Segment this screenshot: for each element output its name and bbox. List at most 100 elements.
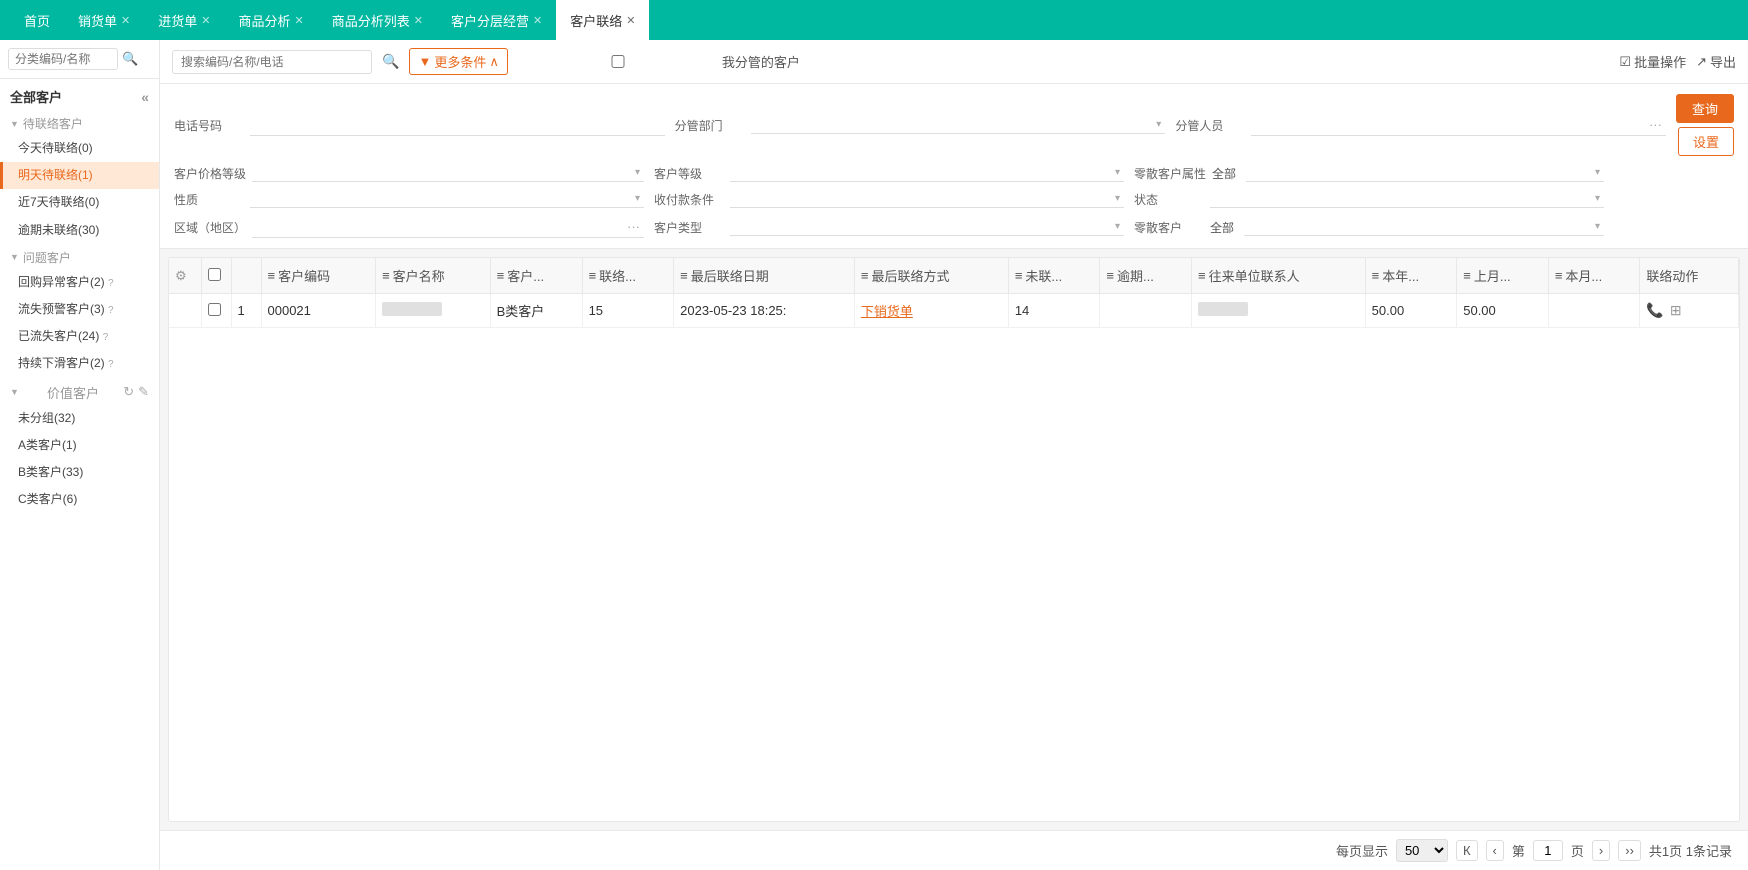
query-button[interactable]: 查询 [1676,94,1734,123]
last-method-link[interactable]: 下销货单 [861,304,913,319]
filter-panel: 电话号码 分管部门 ▾ 分管人员 ··· 查询 设置 [160,84,1748,249]
filter-manager-label: 分管人员 [1175,117,1245,134]
col-overdue[interactable]: ≡逾期... [1100,258,1192,294]
row-checkbox[interactable] [208,303,221,316]
cell-last-method: 下销货单 [854,294,1008,328]
nav-customer-segment[interactable]: 客户分层经营 ✕ [437,0,556,40]
nav-purchase[interactable]: 进货单 ✕ [144,0,224,40]
nav-product-analysis-list[interactable]: 商品分析列表 ✕ [318,0,437,40]
grid-action-icon[interactable]: ⊞ [1670,302,1682,319]
my-customer-checkbox-container: 我分管的客户 [518,52,800,71]
page-input[interactable] [1533,840,1563,861]
col-last-method[interactable]: ≡最后联络方式 [854,258,1008,294]
cell-action: 📞 ⊞ [1640,294,1739,328]
filter-price-level-select[interactable]: ▾ [252,164,644,182]
sidebar-item-typeB[interactable]: B类客户(33) [0,459,159,486]
cell-this-month [1548,294,1640,328]
nav-close-customer-contact[interactable]: ✕ [626,14,635,27]
filter-nature-select[interactable]: ▾ [250,190,644,208]
cell-last-month: 50.00 [1457,294,1549,328]
nav-close-product-analysis[interactable]: ✕ [295,14,304,27]
sidebar-item-decline[interactable]: 持续下滑客户(2) ? [0,350,159,377]
value-refresh-icon[interactable]: ↻ [123,384,134,400]
sidebar-search-input[interactable] [8,48,118,70]
set-button[interactable]: 设置 [1678,127,1734,156]
sidebar-item-ungrouped[interactable]: 未分组(32) [0,405,159,432]
filter-customer-level-select[interactable]: ▾ [730,164,1124,182]
filter-payment-select[interactable]: ▾ [730,190,1124,208]
col-code[interactable]: ≡客户编码 [261,258,376,294]
search-bar-right: ☑ 批量操作 ↗ 导出 [1619,52,1736,71]
prev-page-button[interactable]: ‹ [1486,840,1504,861]
col-last-month[interactable]: ≡上月... [1457,258,1549,294]
filter-phone: 电话号码 [174,115,665,136]
col-action: 联络动作 [1640,258,1739,294]
sidebar-item-overdue[interactable]: 逾期未联络(30) [0,217,159,244]
filter-customer-level-label: 客户等级 [654,165,724,182]
sidebar-group-value: 价值客户 ↻ ✎ [0,378,159,405]
value-edit-icon[interactable]: ✎ [138,384,149,400]
nav-close-purchase[interactable]: ✕ [201,14,210,27]
customer-table: ⚙ ≡客户编码 ≡客户名称 ≡客户... [169,258,1739,328]
nav-close-product-analysis-list[interactable]: ✕ [414,14,423,27]
search-input[interactable] [172,50,372,74]
sidebar-item-week[interactable]: 近7天待联络(0) [0,189,159,216]
filter-manager-select[interactable]: ··· [1251,114,1666,136]
phone-action-icon[interactable]: 📞 [1646,302,1663,319]
cell-name [376,294,491,328]
filter-status-select[interactable]: ▾ [1210,190,1604,208]
cell-index: 1 [231,294,261,328]
col-this-year[interactable]: ≡本年... [1365,258,1457,294]
sidebar-item-abnormal[interactable]: 回购异常客户(2) ? [0,269,159,296]
nav-close-sales[interactable]: ✕ [121,14,130,27]
col-not-contact[interactable]: ≡未联... [1008,258,1100,294]
nav-sales[interactable]: 销货单 ✕ [64,0,144,40]
sidebar-item-typeA[interactable]: A类客户(1) [0,432,159,459]
sidebar-all-customers[interactable]: 全部客户 « [0,79,159,110]
first-page-button[interactable]: К [1456,840,1478,861]
filter-dept-select[interactable]: ▾ [751,116,1166,134]
sidebar-item-lost[interactable]: 已流失客户(24) ? [0,323,159,350]
sidebar-item-warn[interactable]: 流失预警客户(3) ? [0,296,159,323]
col-this-month[interactable]: ≡本月... [1548,258,1640,294]
sidebar-group-pending: 待联络客户 [0,110,159,135]
select-all-checkbox[interactable] [208,268,221,281]
col-gear: ⚙ [169,258,201,294]
filter-retail-attr-select[interactable]: ▾ [1246,164,1604,182]
more-conditions-button[interactable]: ▼ 更多条件 ∧ [409,48,507,75]
export-button[interactable]: ↗ 导出 [1696,52,1736,71]
next-page-button[interactable]: › [1592,840,1610,861]
table-row: 1 000021 B类客户 15 2023-05-23 18:25: 下销货单 … [169,294,1739,328]
col-name[interactable]: ≡客户名称 [376,258,491,294]
sidebar-search-icon[interactable]: 🔍 [122,51,138,67]
filter-customer-type-select[interactable]: ▾ [730,218,1124,236]
filter-phone-input[interactable] [250,115,665,136]
sidebar-item-today[interactable]: 今天待联络(0) [0,135,159,162]
filter-nature-label: 性质 [174,191,244,208]
filter-region-select[interactable]: ··· [252,216,644,238]
column-settings-icon[interactable]: ⚙ [175,268,187,283]
last-page-button[interactable]: ›› [1618,840,1641,861]
table-header-row: ⚙ ≡客户编码 ≡客户名称 ≡客户... [169,258,1739,294]
col-last-date[interactable]: ≡最后联络日期 [674,258,855,294]
nav-product-analysis[interactable]: 商品分析 ✕ [224,0,317,40]
chevron-icon: ∧ [489,54,499,70]
main-layout: 🔍 全部客户 « 待联络客户 今天待联络(0) 明天待联络(1) 近7天待联络(… [0,40,1748,870]
col-type[interactable]: ≡客户... [490,258,582,294]
nav-customer-contact[interactable]: 客户联络 ✕ [556,0,649,40]
filter-retail-customer-select[interactable]: ▾ [1244,218,1604,236]
nav-close-customer-segment[interactable]: ✕ [533,14,542,27]
search-button[interactable]: 🔍 [382,53,399,70]
sidebar-item-tomorrow[interactable]: 明天待联络(1) [0,162,159,189]
cell-checkbox [201,294,231,328]
nav-home[interactable]: 首页 [10,0,64,40]
batch-operation-button[interactable]: ☑ 批量操作 [1619,52,1686,71]
col-contact[interactable]: ≡联络... [582,258,674,294]
filter-customer-type: 客户类型 ▾ [654,218,1124,236]
sidebar-item-typeC[interactable]: C类客户(6) [0,486,159,513]
col-contacts[interactable]: ≡往来单位联系人 [1191,258,1365,294]
sidebar-search-container: 🔍 [0,40,159,79]
sidebar-collapse-icon[interactable]: « [141,89,149,105]
my-customer-checkbox[interactable] [518,55,718,68]
per-page-select[interactable]: 50 100 200 [1396,839,1448,862]
